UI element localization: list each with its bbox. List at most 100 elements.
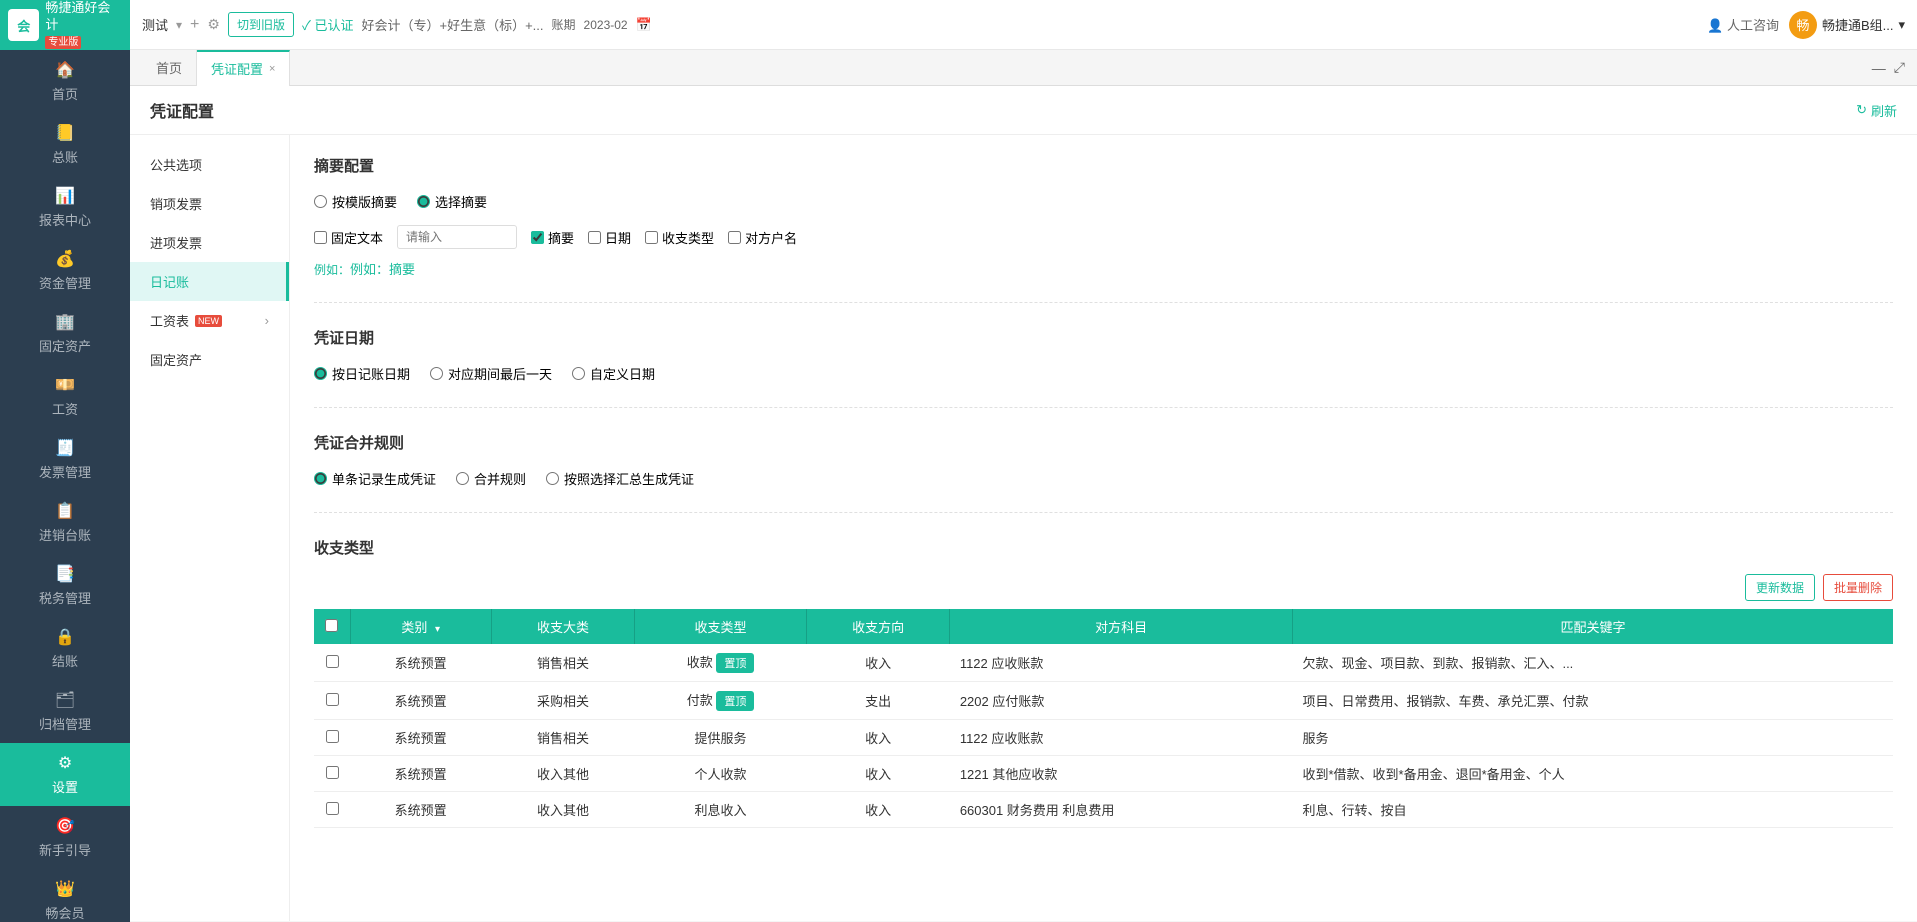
fixed-text-input[interactable] <box>397 225 517 249</box>
row-keyword: 服务 <box>1292 720 1893 756</box>
refresh-icon: ↻ <box>1856 102 1867 118</box>
radio-last-day-input[interactable] <box>430 367 443 380</box>
sidebar-item-asset[interactable]: 🏢 固定资产 <box>0 302 130 365</box>
invoice-icon: 🧾 <box>55 438 75 458</box>
radio-select[interactable]: 选择摘要 <box>417 192 487 211</box>
service-button[interactable]: 👤 人工咨询 <box>1707 15 1779 34</box>
sidebar-item-settings[interactable]: ⚙ 设置 <box>0 743 130 806</box>
sidebar-item-invoice[interactable]: 🧾 发票管理 <box>0 428 130 491</box>
checkbox-counterpart-input[interactable] <box>728 231 741 244</box>
left-nav-public[interactable]: 公共选项 <box>130 145 289 184</box>
row-category: 系统预置 <box>350 644 491 682</box>
sidebar-item-member[interactable]: 👑 畅会员 <box>0 869 130 922</box>
checkbox-fixed-text-input[interactable] <box>314 231 327 244</box>
summary-config-section: 摘要配置 按模版摘要 选择摘要 <box>314 155 1893 303</box>
left-nav-purchase-invoice[interactable]: 进项发票 <box>130 223 289 262</box>
checkbox-summary-input[interactable] <box>531 231 544 244</box>
add-icon[interactable]: + <box>190 16 199 34</box>
switch-version-button[interactable]: 切到旧版 <box>228 12 294 37</box>
sidebar-item-guide[interactable]: 🎯 新手引导 <box>0 806 130 869</box>
row-direction: 收入 <box>807 720 950 756</box>
service-icon: 👤 <box>1707 18 1723 33</box>
checkbox-date[interactable]: 日期 <box>588 228 631 247</box>
batch-delete-button[interactable]: 批量删除 <box>1823 574 1893 601</box>
row-checkbox-2[interactable] <box>326 730 339 743</box>
radio-single[interactable]: 单条记录生成凭证 <box>314 469 436 488</box>
left-nav-journal[interactable]: 日记账 <box>130 262 289 301</box>
sidebar-item-purchase[interactable]: 📋 进销台账 <box>0 491 130 554</box>
checkbox-date-input[interactable] <box>588 231 601 244</box>
row-category: 系统预置 <box>350 792 491 828</box>
left-nav-sales[interactable]: 销项发票 <box>130 184 289 223</box>
radio-merge-input[interactable] <box>456 472 469 485</box>
checkbox-fixed-text[interactable]: 固定文本 <box>314 228 383 247</box>
row-checkbox-cell[interactable] <box>314 756 350 792</box>
capital-icon: 💰 <box>55 249 75 269</box>
row-checkbox-cell[interactable] <box>314 644 350 682</box>
certified-tag: ✓ 已认证 <box>302 15 354 34</box>
checkbox-counterpart[interactable]: 对方户名 <box>728 228 797 247</box>
salary-icon: 💴 <box>55 375 75 395</box>
row-keyword: 欠款、现金、项目款、到款、报销款、汇入、... <box>1292 644 1893 682</box>
chevron-down-icon[interactable]: ▾ <box>176 18 182 32</box>
radio-custom-date[interactable]: 自定义日期 <box>572 364 655 383</box>
tab-voucher-config[interactable]: 凭证配置 × <box>197 50 290 86</box>
row-checkbox-cell[interactable] <box>314 682 350 720</box>
reset-button[interactable]: 置顶 <box>716 691 754 711</box>
left-nav-fixed-asset[interactable]: 固定资产 <box>130 340 289 379</box>
refresh-button[interactable]: ↻ 刷新 <box>1856 101 1897 120</box>
row-checkbox-4[interactable] <box>326 802 339 815</box>
sidebar-item-close[interactable]: 🔒 结账 <box>0 617 130 680</box>
th-type: 收支类型 <box>635 609 807 644</box>
sidebar-item-capital[interactable]: 💰 资金管理 <box>0 239 130 302</box>
reset-button[interactable]: 置顶 <box>716 653 754 673</box>
row-checkbox-1[interactable] <box>326 693 339 706</box>
sidebar-item-ledger[interactable]: 📒 总账 <box>0 113 130 176</box>
radio-select-input[interactable] <box>417 195 430 208</box>
th-checkbox[interactable] <box>314 609 350 644</box>
left-nav: 公共选项 销项发票 进项发票 日记账 工资表 NEW › 固定资产 <box>130 135 290 921</box>
gear-icon[interactable]: ⚙ <box>207 16 220 33</box>
minimize-button[interactable]: — <box>1872 59 1886 76</box>
avatar: 畅 <box>1789 11 1817 39</box>
sidebar-item-archive[interactable]: 🗂 归档管理 <box>0 680 130 743</box>
row-checkbox-cell[interactable] <box>314 720 350 756</box>
row-checkbox-cell[interactable] <box>314 792 350 828</box>
checkbox-type-input[interactable] <box>645 231 658 244</box>
row-major: 销售相关 <box>491 644 634 682</box>
row-checkbox-0[interactable] <box>326 655 339 668</box>
radio-journal-date[interactable]: 按日记账日期 <box>314 364 410 383</box>
sidebar-item-salary[interactable]: 💴 工资 <box>0 365 130 428</box>
maximize-button[interactable]: ⤢ <box>1894 59 1905 76</box>
radio-custom-date-input[interactable] <box>572 367 585 380</box>
update-data-button[interactable]: 更新数据 <box>1745 574 1815 601</box>
row-major: 收入其他 <box>491 756 634 792</box>
user-menu[interactable]: 畅 畅捷通B组... ▾ <box>1789 11 1905 39</box>
radio-journal-date-input[interactable] <box>314 367 327 380</box>
table-row: 系统预置 收入其他 利息收入 收入 660301 财务费用 利息费用 利息、行转… <box>314 792 1893 828</box>
checkbox-type[interactable]: 收支类型 <box>645 228 714 247</box>
radio-template-input[interactable] <box>314 195 327 208</box>
radio-single-input[interactable] <box>314 472 327 485</box>
row-type: 个人收款 <box>635 756 807 792</box>
sidebar-item-tax[interactable]: 📑 税务管理 <box>0 554 130 617</box>
tab-close-icon[interactable]: × <box>269 63 275 75</box>
sidebar-item-report[interactable]: 📊 报表中心 <box>0 176 130 239</box>
left-nav-payroll[interactable]: 工资表 NEW › <box>130 301 289 340</box>
tab-bar: 首页 凭证配置 × — ⤢ <box>130 50 1917 86</box>
radio-merge[interactable]: 合并规则 <box>456 469 526 488</box>
radio-summary-gen-input[interactable] <box>546 472 559 485</box>
radio-last-day[interactable]: 对应期间最后一天 <box>430 364 552 383</box>
tab-home[interactable]: 首页 <box>142 50 197 86</box>
select-all-checkbox[interactable] <box>325 619 338 632</box>
calendar-icon[interactable]: 📅 <box>636 17 652 33</box>
sort-icon[interactable]: ▾ <box>435 624 440 635</box>
checkbox-summary[interactable]: 摘要 <box>531 228 574 247</box>
row-checkbox-3[interactable] <box>326 766 339 779</box>
row-major: 销售相关 <box>491 720 634 756</box>
sidebar-item-home[interactable]: 🏠 首页 <box>0 50 130 113</box>
company-name: 测试 <box>142 15 168 34</box>
row-major: 采购相关 <box>491 682 634 720</box>
radio-summary-gen[interactable]: 按照选择汇总生成凭证 <box>546 469 694 488</box>
radio-template[interactable]: 按模版摘要 <box>314 192 397 211</box>
